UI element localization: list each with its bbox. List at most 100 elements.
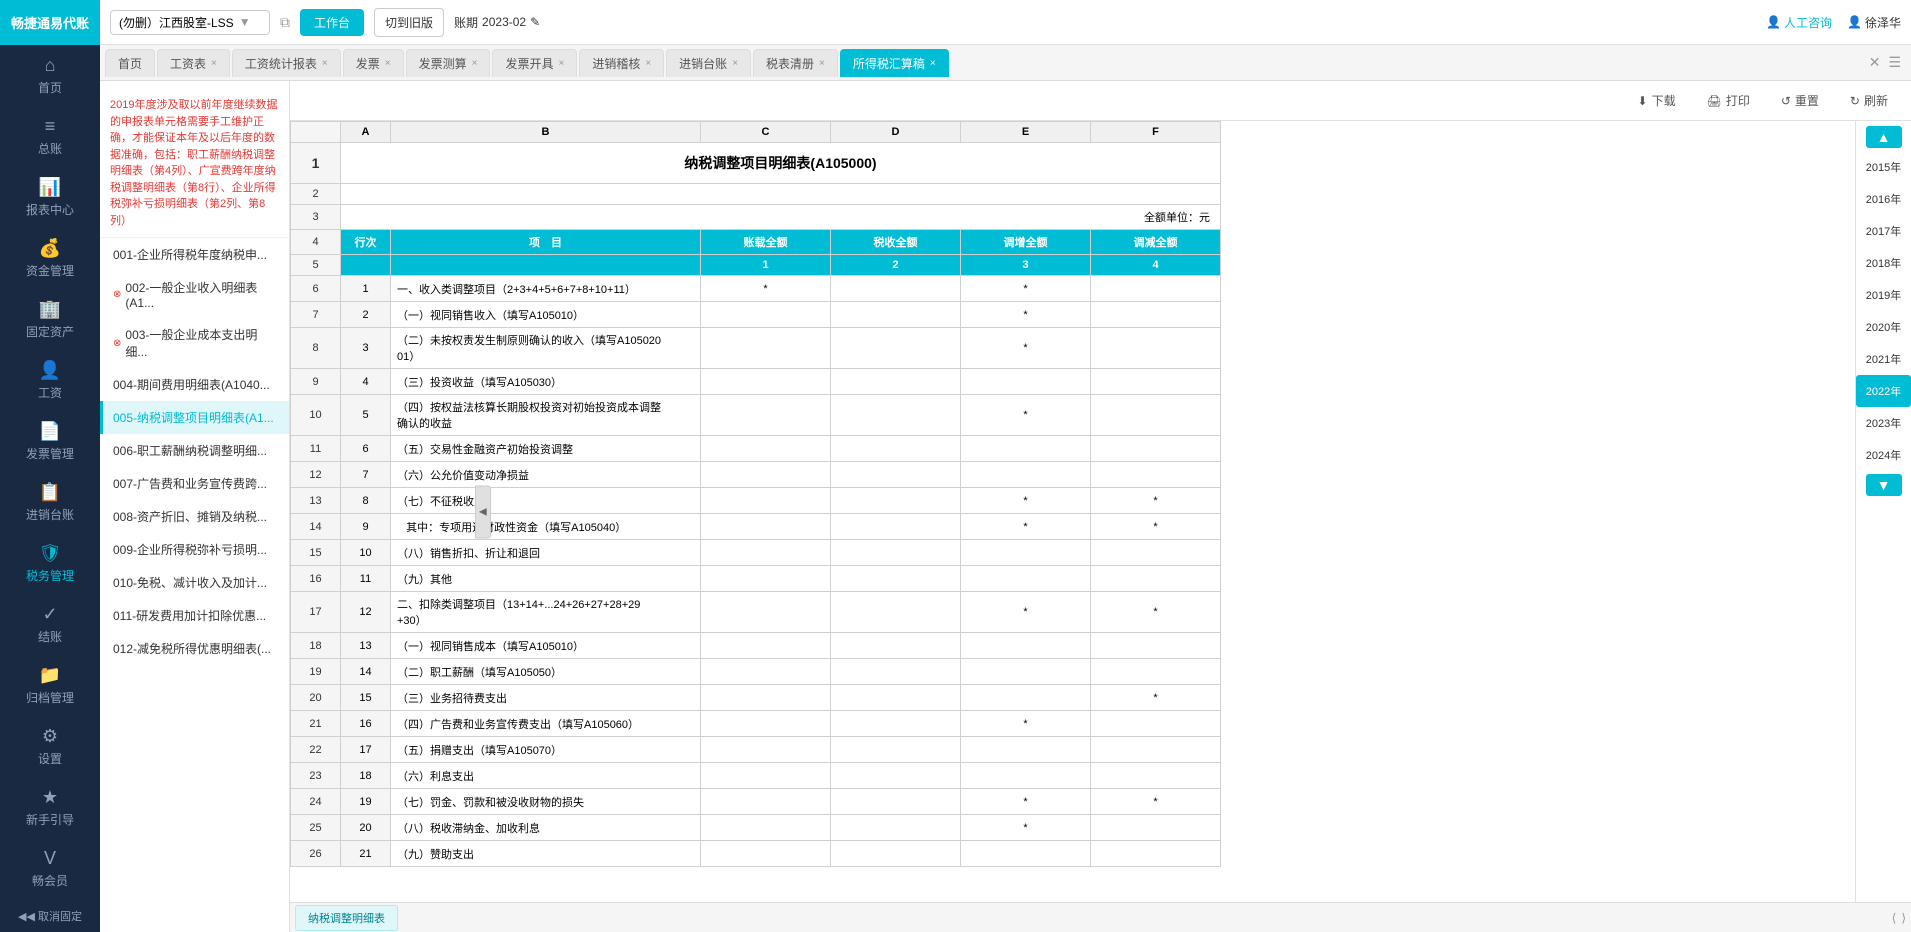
table-row[interactable]: 6 1 一、收入类调整项目（2+3+4+5+6+7+8+10+11） * * bbox=[291, 276, 1221, 302]
year-down-button[interactable]: ▼ bbox=[1866, 474, 1902, 496]
year-2020[interactable]: 2020年 bbox=[1856, 311, 1911, 343]
nav-item-002[interactable]: ⊗ 002-一般企业收入明细表(A1... bbox=[100, 271, 289, 318]
tab-invoice-calc[interactable]: 发票测算 × bbox=[406, 49, 491, 77]
tab-close-icon[interactable]: × bbox=[385, 58, 391, 69]
tab-close-icon[interactable]: × bbox=[558, 58, 564, 69]
sidebar-item-archive[interactable]: 📁 归档管理 bbox=[0, 655, 100, 716]
table-row[interactable]: 16 11 （九）其他 bbox=[291, 566, 1221, 592]
nav-item-004[interactable]: 004-期间费用明细表(A1040... bbox=[100, 368, 289, 401]
sidebar-item-fixed-assets[interactable]: 🏢 固定资产 bbox=[0, 289, 100, 350]
nav-item-006[interactable]: 006-职工薪酬纳税调整明细... bbox=[100, 434, 289, 467]
nav-item-003[interactable]: ⊗ 003-一般企业成本支出明细... bbox=[100, 318, 289, 368]
nav-item-005[interactable]: 005-纳税调整项目明细表(A1... bbox=[100, 401, 289, 434]
nav-item-010[interactable]: 010-免税、减计收入及加计... bbox=[100, 566, 289, 599]
service-button[interactable]: 👤 人工咨询 bbox=[1766, 14, 1832, 31]
sidebar-item-label: 结账 bbox=[38, 628, 62, 645]
nav-item-007[interactable]: 007-广告费和业务宣传费跨... bbox=[100, 467, 289, 500]
tab-close-icon[interactable]: × bbox=[732, 58, 738, 69]
sidebar-item-new-guide[interactable]: ★ 新手引导 bbox=[0, 777, 100, 838]
table-row[interactable]: 21 16 （四）广告费和业务宣传费支出（填写A105060） * bbox=[291, 711, 1221, 737]
table-row[interactable]: 8 3 （二）未按权责发生制原则确认的收入（填写A10502001） * bbox=[291, 328, 1221, 369]
tab-payroll-stats[interactable]: 工资统计报表 × bbox=[232, 49, 341, 77]
tab-close-icon[interactable]: × bbox=[819, 58, 825, 69]
sidebar-item-invoice-mgmt[interactable]: 📄 发票管理 bbox=[0, 411, 100, 472]
table-row[interactable]: 23 18 （六）利息支出 bbox=[291, 763, 1221, 789]
collapse-panel-button[interactable]: ◀ bbox=[475, 485, 491, 538]
table-row[interactable]: 14 9 其中：专项用途财政性资金（填写A105040） * * bbox=[291, 514, 1221, 540]
tab-close-all-button[interactable]: ✕ bbox=[1869, 54, 1881, 71]
table-row[interactable]: 24 19 （七）罚金、罚款和被没收财物的损失 * * bbox=[291, 789, 1221, 815]
table-row[interactable]: 15 10 （八）销售折扣、折让和退回 bbox=[291, 540, 1221, 566]
sheet-tab-adjust[interactable]: 纳税调整明细表 bbox=[295, 905, 398, 931]
year-2017[interactable]: 2017年 bbox=[1856, 215, 1911, 247]
pin-button[interactable]: ◀◀ 取消固定 bbox=[18, 908, 82, 924]
nav-item-001[interactable]: 001-企业所得税年度纳税申... bbox=[100, 238, 289, 271]
tab-income-tax-calc[interactable]: 所得税汇算稿 × bbox=[840, 49, 949, 77]
sidebar-item-settings[interactable]: ⚙ 设置 bbox=[0, 716, 100, 777]
nav-item-012[interactable]: 012-减免税所得优惠明细表(... bbox=[100, 632, 289, 665]
tab-close-icon[interactable]: × bbox=[322, 58, 328, 69]
table-row[interactable]: 20 15 （三）业务招待费支出 * bbox=[291, 685, 1221, 711]
scroll-left-icon[interactable]: ⟨ bbox=[1892, 911, 1897, 925]
tab-invoice[interactable]: 发票 × bbox=[343, 49, 404, 77]
sidebar-item-payroll[interactable]: 👤 工资 bbox=[0, 350, 100, 411]
table-row[interactable]: 7 2 （一）视同销售收入（填写A105010） * bbox=[291, 302, 1221, 328]
old-version-button[interactable]: 切到旧版 bbox=[374, 8, 444, 37]
year-2016[interactable]: 2016年 bbox=[1856, 183, 1911, 215]
nav-item-011[interactable]: 011-研发费用加计扣除优惠... bbox=[100, 599, 289, 632]
table-row[interactable]: 18 13 （一）视同销售成本（填写A105010） bbox=[291, 633, 1221, 659]
table-row[interactable]: 26 21 （九）赞助支出 bbox=[291, 841, 1221, 867]
sidebar-item-reports[interactable]: 📊 报表中心 bbox=[0, 167, 100, 228]
year-2019[interactable]: 2019年 bbox=[1856, 279, 1911, 311]
sidebar-item-home[interactable]: ⌂ 首页 bbox=[0, 45, 100, 106]
tab-close-icon[interactable]: × bbox=[211, 58, 217, 69]
tab-input-check[interactable]: 进销稽核 × bbox=[579, 49, 664, 77]
scroll-right-icon[interactable]: ⟩ bbox=[1901, 911, 1906, 925]
tab-close-icon[interactable]: × bbox=[930, 58, 936, 69]
row-2: 2 bbox=[291, 184, 1221, 205]
table-row[interactable]: 13 8 （七）不征税收入 * * bbox=[291, 488, 1221, 514]
table-row[interactable]: 10 5 （四）按权益法核算长期股权投资对初始投资成本调整确认的收益 * bbox=[291, 395, 1221, 436]
download-button[interactable]: ⬇ 下载 bbox=[1630, 89, 1684, 112]
tab-menu-button[interactable]: ☰ bbox=[1888, 54, 1901, 71]
year-2022[interactable]: 2022年 bbox=[1856, 375, 1911, 407]
table-row[interactable]: 17 12 二、扣除类调整项目（13+14+...24+26+27+28+29+… bbox=[291, 592, 1221, 633]
year-2024[interactable]: 2024年 bbox=[1856, 439, 1911, 471]
nav-item-009[interactable]: 009-企业所得税弥补亏损明... bbox=[100, 533, 289, 566]
year-2015[interactable]: 2015年 bbox=[1856, 151, 1911, 183]
table-row[interactable]: 25 20 （八）税收滞纳金、加收利息 * bbox=[291, 815, 1221, 841]
year-2021[interactable]: 2021年 bbox=[1856, 343, 1911, 375]
sidebar-item-vip[interactable]: V 畅会员 bbox=[0, 838, 100, 899]
tab-input-ledger[interactable]: 进销台账 × bbox=[666, 49, 751, 77]
tab-close-icon[interactable]: × bbox=[472, 58, 478, 69]
nav-item-008[interactable]: 008-资产折旧、摊销及纳税... bbox=[100, 500, 289, 533]
tab-close-icon[interactable]: × bbox=[645, 58, 651, 69]
print-button[interactable]: 🖨 打印 bbox=[1699, 89, 1758, 112]
table-row[interactable]: 9 4 （三）投资收益（填写A105030） bbox=[291, 369, 1221, 395]
sidebar-item-input-tax[interactable]: 📋 进销台账 bbox=[0, 472, 100, 533]
tab-tax-clear[interactable]: 税表清册 × bbox=[753, 49, 838, 77]
sidebar-item-assets-mgmt[interactable]: 💰 资金管理 bbox=[0, 228, 100, 289]
workbench-button[interactable]: 工作台 bbox=[300, 9, 364, 36]
table-row[interactable]: 11 6 （五）交易性金融资产初始投资调整 bbox=[291, 436, 1221, 462]
year-2018[interactable]: 2018年 bbox=[1856, 247, 1911, 279]
reset-button[interactable]: ↺ 重置 bbox=[1773, 89, 1827, 112]
row-num-header bbox=[291, 122, 341, 143]
tab-home[interactable]: 首页 bbox=[105, 49, 155, 77]
year-2023[interactable]: 2023年 bbox=[1856, 407, 1911, 439]
copy-icon[interactable]: ⧉ bbox=[280, 14, 290, 31]
table-row[interactable]: 22 17 （五）捐赠支出（填写A105070） bbox=[291, 737, 1221, 763]
year-up-button[interactable]: ▲ bbox=[1866, 126, 1902, 148]
refresh-button[interactable]: ↻ 刷新 bbox=[1842, 89, 1896, 112]
spreadsheet-container[interactable]: A B C D E F 1 纳税调 bbox=[290, 121, 1855, 902]
company-selector[interactable]: (勿删）江西股室-LSS ▼ bbox=[110, 10, 270, 35]
sidebar-item-settlement[interactable]: ✓ 结账 bbox=[0, 594, 100, 655]
table-row[interactable]: 12 7 （六）公允价值变动净损益 bbox=[291, 462, 1221, 488]
user-menu[interactable]: 👤 徐泽华 bbox=[1847, 14, 1901, 31]
sidebar-item-ledger[interactable]: ≡ 总账 bbox=[0, 106, 100, 167]
period-edit-icon[interactable]: ✎ bbox=[530, 15, 540, 29]
sidebar-item-tax-mgmt[interactable]: 🛡 税务管理 bbox=[0, 533, 100, 594]
tab-invoice-open[interactable]: 发票开具 × bbox=[492, 49, 577, 77]
tab-payroll[interactable]: 工资表 × bbox=[157, 49, 230, 77]
table-row[interactable]: 19 14 （二）职工薪酬（填写A105050） bbox=[291, 659, 1221, 685]
